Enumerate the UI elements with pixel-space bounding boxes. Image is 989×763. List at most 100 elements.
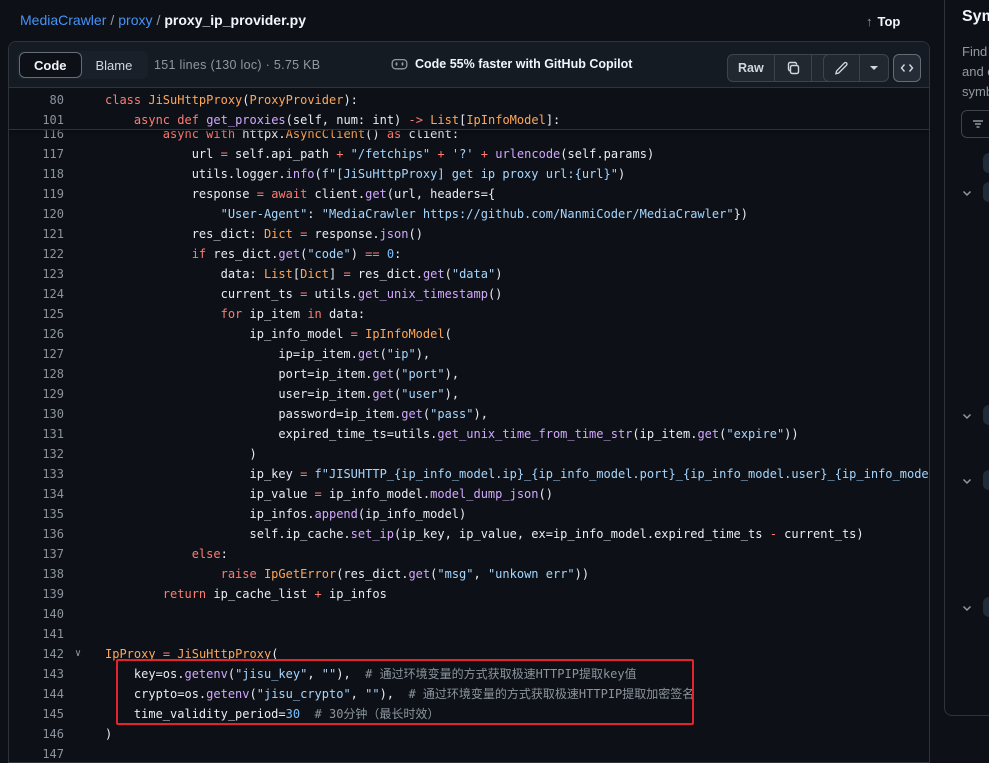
line-number[interactable]: 119 [9, 184, 64, 204]
code-text: raise IpGetError(res_dict.get("msg", "un… [105, 564, 589, 584]
code-text: port=ip_item.get("port"), [105, 364, 459, 384]
line-number[interactable]: 144 [9, 684, 64, 704]
code-text: expired_time_ts=utils.get_unix_time_from… [105, 424, 799, 444]
arrow-up-icon: ↑ [866, 14, 873, 29]
code-text: ip=ip_item.get("ip"), [105, 344, 430, 364]
breadcrumb-separator: / [106, 12, 118, 28]
symbols-panel: Symbols Find definitions and references … [944, 0, 989, 716]
line-number[interactable]: 118 [9, 164, 64, 184]
chevron-down-icon[interactable] [961, 409, 975, 423]
line-number[interactable]: 135 [9, 504, 64, 524]
line-number[interactable]: 117 [9, 144, 64, 164]
copy-icon [785, 60, 801, 76]
line-number[interactable]: 147 [9, 744, 64, 762]
line-number[interactable]: 129 [9, 384, 64, 404]
symbol-item[interactable] [983, 405, 989, 425]
line-number[interactable]: 125 [9, 304, 64, 324]
code-line: 126 ip_info_model = IpInfoModel( [9, 324, 929, 344]
code-line: 80class JiSuHttpProxy(ProxyProvider): [9, 90, 929, 110]
code-line: 117 url = self.api_path + "/fetchips" + … [9, 144, 929, 164]
code-line: 142∨IpProxy = JiSuHttpProxy( [9, 644, 929, 664]
code-brackets-icon [899, 61, 915, 75]
symbol-item[interactable] [983, 182, 989, 202]
code-text: response = await client.get(url, headers… [105, 184, 495, 204]
chevron-down-icon [870, 66, 878, 70]
line-number[interactable]: 142 [9, 644, 64, 664]
copilot-banner[interactable]: Code 55% faster with GitHub Copilot [391, 56, 632, 71]
line-number[interactable]: 146 [9, 724, 64, 744]
line-number[interactable]: 120 [9, 204, 64, 224]
line-number[interactable]: 134 [9, 484, 64, 504]
code-line: 124 current_ts = utils.get_unix_timestam… [9, 284, 929, 304]
line-number[interactable]: 121 [9, 224, 64, 244]
code-line: 145 time_validity_period=30 # 30分钟（最长时效） [9, 704, 929, 724]
copilot-icon [391, 56, 408, 71]
code-text: password=ip_item.get("pass"), [105, 404, 488, 424]
code-viewer: 116 async with httpx.AsyncClient() as cl… [9, 89, 929, 762]
code-line: 137 else: [9, 544, 929, 564]
line-number[interactable]: 122 [9, 244, 64, 264]
line-number[interactable]: 136 [9, 524, 64, 544]
file-toolbar: Code Blame 151 lines (130 loc) · 5.75 KB… [9, 42, 929, 88]
code-text: res_dict: Dict = response.json() [105, 224, 423, 244]
edit-dropdown-button[interactable] [859, 55, 888, 81]
copy-button[interactable] [774, 55, 811, 81]
copilot-banner-text: Code 55% faster with GitHub Copilot [415, 57, 632, 71]
breadcrumb-folder-link[interactable]: proxy [118, 12, 152, 28]
symbol-item[interactable] [983, 153, 989, 173]
line-number[interactable]: 124 [9, 284, 64, 304]
collapse-chevron-icon[interactable]: ∨ [75, 644, 81, 664]
code-line: 143 key=os.getenv("jisu_key", ""), # 通过环… [9, 664, 929, 684]
code-text: if res_dict.get("code") == 0: [105, 244, 401, 264]
line-number[interactable]: 139 [9, 584, 64, 604]
line-number[interactable]: 141 [9, 624, 64, 644]
code-line: 144 crypto=os.getenv("jisu_crypto", ""),… [9, 684, 929, 704]
line-number[interactable]: 137 [9, 544, 64, 564]
line-number[interactable]: 132 [9, 444, 64, 464]
sticky-scope-lines: 80class JiSuHttpProxy(ProxyProvider):101… [9, 89, 929, 130]
tab-code[interactable]: Code [19, 52, 82, 78]
line-number[interactable]: 131 [9, 424, 64, 444]
symbols-panel-title: Symbols [962, 8, 989, 26]
file-content-card: Code Blame 151 lines (130 loc) · 5.75 KB… [8, 41, 930, 763]
breadcrumb: MediaCrawler/proxy/proxy_ip_provider.py [20, 12, 306, 28]
symbols-toggle-button[interactable] [893, 54, 921, 82]
raw-button[interactable]: Raw [728, 55, 774, 81]
line-number[interactable]: 128 [9, 364, 64, 384]
line-number[interactable]: 127 [9, 344, 64, 364]
edit-button[interactable] [824, 55, 859, 81]
code-line: 121 res_dict: Dict = response.json() [9, 224, 929, 244]
symbol-item[interactable] [983, 470, 989, 490]
code-blame-switch: Code Blame [17, 51, 148, 79]
code-text: ip_key = f"JISUHTTP_{ip_info_model.ip}_{… [105, 464, 929, 484]
line-number[interactable]: 126 [9, 324, 64, 344]
back-to-top-link[interactable]: ↑Top [866, 14, 900, 29]
line-number[interactable]: 130 [9, 404, 64, 424]
symbols-filter-input[interactable] [961, 110, 989, 138]
breadcrumb-repo-link[interactable]: MediaCrawler [20, 12, 106, 28]
code-line: 141 [9, 624, 929, 644]
symbol-item[interactable] [983, 597, 989, 617]
code-text: "User-Agent": "MediaCrawler https://gith… [105, 204, 748, 224]
code-text: ip_info_model = IpInfoModel( [105, 324, 452, 344]
line-number[interactable]: 80 [9, 90, 64, 110]
code-text: time_validity_period=30 # 30分钟（最长时效） [105, 704, 439, 724]
code-line: 147 [9, 744, 929, 762]
code-text: self.ip_cache.set_ip(ip_key, ip_value, e… [105, 524, 864, 544]
line-number[interactable]: 123 [9, 264, 64, 284]
tab-blame[interactable]: Blame [82, 52, 147, 78]
line-number[interactable]: 143 [9, 664, 64, 684]
chevron-down-icon[interactable] [961, 186, 975, 200]
line-number[interactable]: 140 [9, 604, 64, 624]
chevron-down-icon[interactable] [961, 474, 975, 488]
code-text: data: List[Dict] = res_dict.get("data") [105, 264, 502, 284]
code-text: crypto=os.getenv("jisu_crypto", ""), # 通… [105, 684, 694, 704]
code-line: 119 response = await client.get(url, hea… [9, 184, 929, 204]
file-header-bar: MediaCrawler/proxy/proxy_ip_provider.py … [0, 0, 944, 41]
line-number[interactable]: 138 [9, 564, 64, 584]
code-line: 135 ip_infos.append(ip_info_model) [9, 504, 929, 524]
chevron-down-icon[interactable] [961, 601, 975, 615]
line-number[interactable]: 101 [9, 110, 64, 130]
line-number[interactable]: 133 [9, 464, 64, 484]
line-number[interactable]: 145 [9, 704, 64, 724]
